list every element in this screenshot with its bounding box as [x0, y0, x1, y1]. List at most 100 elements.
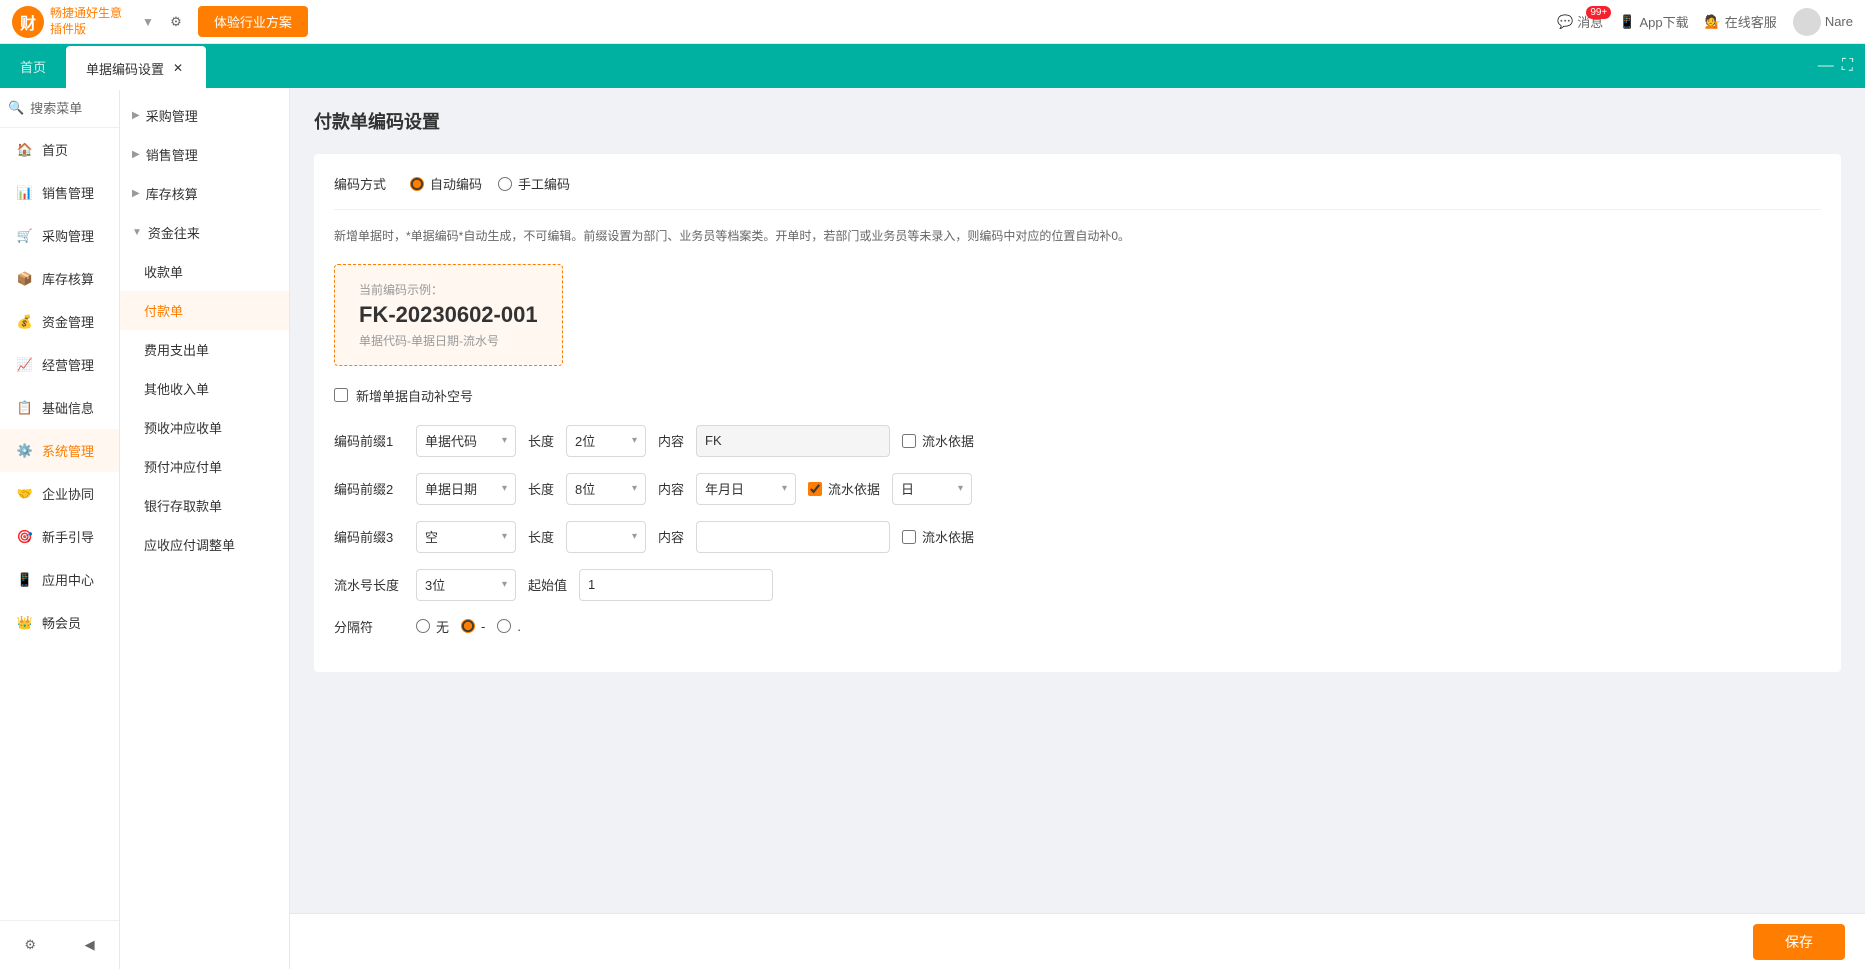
- chevron-down-icon: ▾: [502, 483, 507, 494]
- prefix2-length-label: 长度: [528, 479, 554, 498]
- prefix1-row: 编码前缀1 单据代码 ▾ 长度 2位 ▾ 内容: [334, 425, 1821, 457]
- guide-icon: 🎯: [16, 528, 34, 546]
- auto-fill-row: 新增单据自动补空号: [334, 386, 1821, 405]
- sales-icon: 📊: [16, 184, 34, 202]
- prefix2-length-select[interactable]: 8位 ▾: [566, 473, 646, 505]
- prefix1-select[interactable]: 单据代码 ▾: [416, 425, 516, 457]
- sub-menu-item-prepay-payable[interactable]: 预付冲应付单: [120, 447, 289, 486]
- sidebar-bottom: ⚙ ◀: [0, 920, 119, 969]
- arrow-icon: ▶: [132, 188, 140, 199]
- sub-menu-item-other-income[interactable]: 其他收入单: [120, 369, 289, 408]
- sub-menu-item-receipt[interactable]: 收款单: [120, 252, 289, 291]
- coding-radio-group: 自动编码 手工编码: [410, 174, 570, 193]
- separator-none-option[interactable]: 无: [416, 617, 449, 636]
- sub-menu-item-ap-adjust[interactable]: 应收应付调整单: [120, 525, 289, 564]
- sub-menu-item-prepay-receivable[interactable]: 预收冲应收单: [120, 408, 289, 447]
- auto-fill-checkbox[interactable]: [334, 388, 348, 402]
- topbar: 财 畅捷通好生意 插件版 ▼ ⚙ 体验行业方案 💬 消息 99+ 📱 App下载…: [0, 0, 1865, 44]
- topbar-right: 💬 消息 99+ 📱 App下载 💁 在线客服 Nare: [1557, 8, 1853, 36]
- prefix2-flow-checkbox[interactable]: [808, 482, 822, 496]
- separator-dot-option[interactable]: .: [497, 619, 521, 634]
- prefix1-length-label: 长度: [528, 431, 554, 450]
- sidebar-item-purchase[interactable]: 🛒 采购管理: [0, 214, 119, 257]
- sidebar-item-enterprise[interactable]: 🤝 企业协同: [0, 472, 119, 515]
- sidebar-collapse-btn[interactable]: ◀: [77, 929, 103, 961]
- sub-menu-group-funds[interactable]: ▼ 资金往来: [120, 213, 289, 252]
- arrow-down-icon: ▼: [132, 227, 142, 238]
- sidebar-item-sales[interactable]: 📊 销售管理: [0, 171, 119, 214]
- auto-coding-option[interactable]: 自动编码: [410, 174, 482, 193]
- inventory-icon: 📦: [16, 270, 34, 288]
- sub-menu-group-sales[interactable]: ▶ 销售管理: [120, 135, 289, 174]
- sidebar-item-apps[interactable]: 📱 应用中心: [0, 558, 119, 601]
- main-layout: 🔍 搜索菜单 🏠 首页 📊 销售管理 🛒 采购管理 📦 库存核算 💰 资金管理 …: [0, 88, 1865, 969]
- prefix3-length-select[interactable]: ▾: [566, 521, 646, 553]
- sub-menu-item-expense[interactable]: 费用支出单: [120, 330, 289, 369]
- prefix3-select[interactable]: 空 ▾: [416, 521, 516, 553]
- manual-coding-radio[interactable]: [498, 177, 512, 191]
- sidebar-item-member[interactable]: 👑 畅会员: [0, 601, 119, 644]
- prefix3-row: 编码前缀3 空 ▾ 长度 ▾ 内容: [334, 521, 1821, 553]
- prefix2-content-select[interactable]: 年月日 ▾: [696, 473, 796, 505]
- tab-maximize-icon[interactable]: ⛶: [1842, 57, 1853, 75]
- prefix1-length-select[interactable]: 2位 ▾: [566, 425, 646, 457]
- promo-button[interactable]: 体验行业方案: [198, 6, 308, 37]
- company-dropdown[interactable]: ▼: [142, 15, 154, 29]
- messages-button[interactable]: 💬 消息 99+: [1557, 12, 1603, 31]
- logo-area: 财 畅捷通好生意 插件版: [12, 6, 132, 38]
- separator-none-radio[interactable]: [416, 619, 430, 633]
- sidebar-item-operations[interactable]: 📈 经营管理: [0, 343, 119, 386]
- tab-minimize-icon[interactable]: —: [1818, 57, 1834, 75]
- sub-menu-group-purchase[interactable]: ▶ 采购管理: [120, 96, 289, 135]
- sub-menu-item-payment[interactable]: 付款单: [120, 291, 289, 330]
- content-main: 付款单编码设置 编码方式 自动编码 手工编码: [290, 88, 1865, 913]
- user-avatar[interactable]: Nare: [1793, 8, 1853, 36]
- separator-dot-radio[interactable]: [497, 619, 511, 633]
- separator-dash-radio[interactable]: [461, 619, 475, 633]
- sidebar-item-finance[interactable]: 💰 资金管理: [0, 300, 119, 343]
- coding-method-label: 编码方式: [334, 174, 386, 193]
- search-menu[interactable]: 🔍 搜索菜单: [0, 88, 119, 128]
- prefix2-flow-unit-select[interactable]: 日 ▾: [892, 473, 972, 505]
- sub-menu-item-bank-deposit[interactable]: 银行存取款单: [120, 486, 289, 525]
- sidebar-settings-btn[interactable]: ⚙: [16, 929, 44, 961]
- arrow-icon: ▶: [132, 149, 140, 160]
- tab-serial-setting[interactable]: 单据编码设置 ✕: [66, 46, 206, 90]
- auto-coding-radio[interactable]: [410, 177, 424, 191]
- sidebar-item-home[interactable]: 🏠 首页: [0, 128, 119, 171]
- prefix2-flow-check[interactable]: 流水依据: [808, 479, 880, 498]
- sidebar-item-inventory[interactable]: 📦 库存核算: [0, 257, 119, 300]
- prefix3-content-input[interactable]: [696, 521, 890, 553]
- settings-icon[interactable]: ⚙: [162, 8, 190, 36]
- chevron-down-icon: ▾: [632, 435, 637, 446]
- coding-method-row: 编码方式 自动编码 手工编码: [334, 174, 1821, 193]
- example-box: 当前编码示例： FK-20230602-001 单据代码-单据日期-流水号: [334, 264, 563, 366]
- prefix1-flow-check[interactable]: 流水依据: [902, 431, 974, 450]
- prefix3-flow-check[interactable]: 流水依据: [902, 527, 974, 546]
- app-download-button[interactable]: 📱 App下载: [1619, 12, 1688, 31]
- save-button[interactable]: 保存: [1753, 924, 1845, 960]
- prefix2-select[interactable]: 单据日期 ▾: [416, 473, 516, 505]
- start-value-label: 起始值: [528, 575, 567, 594]
- purchase-icon: 🛒: [16, 227, 34, 245]
- sidebar-item-system[interactable]: ⚙️ 系统管理: [0, 429, 119, 472]
- sub-menu-group-inventory[interactable]: ▶ 库存核算: [120, 174, 289, 213]
- tab-home[interactable]: 首页: [0, 44, 66, 88]
- separator-dash-option[interactable]: -: [461, 619, 485, 634]
- enterprise-icon: 🤝: [16, 485, 34, 503]
- prefix1-flow-checkbox[interactable]: [902, 434, 916, 448]
- sidebar-item-basic[interactable]: 📋 基础信息: [0, 386, 119, 429]
- prefix3-content-label: 内容: [658, 527, 684, 546]
- serial-length-select[interactable]: 3位 ▾: [416, 569, 516, 601]
- prefix3-label: 编码前缀3: [334, 527, 404, 546]
- online-service-button[interactable]: 💁 在线客服: [1705, 12, 1777, 31]
- manual-coding-option[interactable]: 手工编码: [498, 174, 570, 193]
- chevron-down-icon: ▾: [632, 531, 637, 542]
- start-value-input[interactable]: [579, 569, 773, 601]
- tab-close-icon[interactable]: ✕: [170, 60, 186, 76]
- sidebar-item-guide[interactable]: 🎯 新手引导: [0, 515, 119, 558]
- prefix3-flow-checkbox[interactable]: [902, 530, 916, 544]
- chevron-down-icon: ▾: [958, 483, 963, 494]
- chevron-down-icon: ▾: [502, 531, 507, 542]
- search-icon: 🔍: [8, 100, 24, 116]
